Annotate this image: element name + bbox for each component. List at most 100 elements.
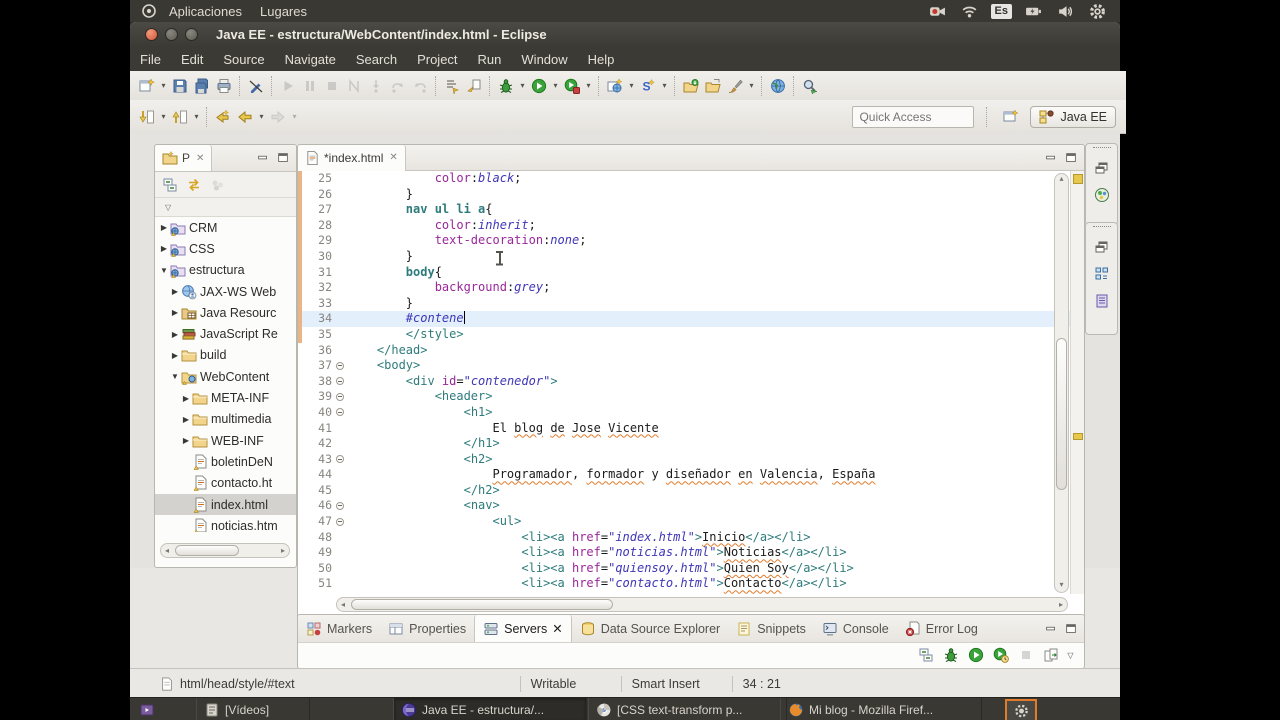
debug-icon[interactable]: [495, 75, 517, 97]
minimize-button[interactable]: [165, 28, 178, 41]
stack-drag-handle[interactable]: [1092, 147, 1111, 151]
tree-item-boletinden[interactable]: boletinDeN: [155, 451, 296, 472]
fold-marker-icon[interactable]: [334, 374, 348, 390]
tree-collapsed-arrow-icon[interactable]: ▶: [170, 308, 180, 317]
open-perspective-icon[interactable]: [1000, 106, 1022, 128]
quick-access-input[interactable]: [852, 105, 975, 128]
dropdown-arrow-icon[interactable]: ▾: [517, 81, 528, 90]
dropdown-arrow-icon[interactable]: ▾: [289, 112, 300, 121]
collapse-all-icon[interactable]: [915, 644, 937, 666]
tree-item-noticias-htm[interactable]: noticias.htm: [155, 515, 296, 532]
next-annotation-icon[interactable]: [136, 106, 158, 128]
tree-collapsed-arrow-icon[interactable]: ▶: [181, 394, 191, 403]
show-annotation-icon[interactable]: [441, 75, 463, 97]
tab-error-log[interactable]: Error Log: [897, 615, 986, 642]
menu-aplicaciones[interactable]: Aplicaciones: [160, 0, 251, 22]
menu-lugares[interactable]: Lugares: [251, 0, 316, 22]
step-into-icon[interactable]: [365, 75, 387, 97]
code-line-26[interactable]: 26}: [298, 186, 1084, 203]
tree-collapsed-arrow-icon[interactable]: ▶: [181, 436, 191, 445]
maximize-editor-icon[interactable]: [1064, 151, 1078, 165]
overview-marker[interactable]: [1073, 433, 1083, 440]
minimize-view-icon[interactable]: [1044, 622, 1058, 636]
code-line-50[interactable]: 50 <li><a href="quiensoy.html">Quien Soy<…: [298, 561, 1084, 577]
publish-icon[interactable]: [1040, 644, 1062, 666]
menu-window[interactable]: Window: [511, 47, 577, 71]
tree-item-crm[interactable]: ▶ CRM: [155, 217, 296, 238]
pause-icon[interactable]: [299, 75, 321, 97]
code-line-32[interactable]: 32 background:grey;: [298, 280, 1084, 296]
fold-marker-icon[interactable]: [334, 452, 348, 468]
style-brush-icon[interactable]: [724, 75, 746, 97]
collapse-all-icon[interactable]: [159, 174, 181, 196]
tree-collapsed-arrow-icon[interactable]: ▶: [181, 415, 191, 424]
tree-item-css[interactable]: ▶ CSS: [155, 238, 296, 259]
editor-hscrollbar[interactable]: ◂ ▸: [336, 597, 1068, 612]
forward-icon[interactable]: [267, 106, 289, 128]
new-servlet-icon[interactable]: S: [637, 75, 659, 97]
minimize-view-icon[interactable]: [256, 151, 270, 165]
tree-collapsed-arrow-icon[interactable]: ▶: [170, 330, 180, 339]
dropdown-arrow-icon[interactable]: ▾: [659, 81, 670, 90]
code-line-49[interactable]: 49 <li><a href="noticias.html">Noticias</…: [298, 545, 1084, 561]
code-line-48[interactable]: 48 <li><a href="index.html">Inicio</a></l…: [298, 530, 1084, 546]
code-line-38[interactable]: 38 <div id="contenedor">: [298, 374, 1084, 390]
tree-collapsed-arrow-icon[interactable]: ▶: [159, 223, 169, 232]
menu-edit[interactable]: Edit: [171, 47, 213, 71]
minimize-editor-icon[interactable]: [1044, 151, 1058, 165]
taskbar-item-chrome[interactable]: [CSS text-transform p...: [588, 698, 787, 720]
maximize-view-icon[interactable]: [276, 151, 290, 165]
menu-help[interactable]: Help: [578, 47, 625, 71]
tab-servers[interactable]: Servers ✕: [474, 615, 572, 642]
wifi-icon[interactable]: [959, 0, 981, 22]
tree-expanded-arrow-icon[interactable]: ▼: [159, 266, 169, 275]
tree-collapsed-arrow-icon[interactable]: ▶: [170, 351, 180, 360]
dropdown-arrow-icon[interactable]: ▾: [626, 81, 637, 90]
editor-vscrollbar[interactable]: ▴ ▾: [1054, 173, 1069, 593]
link-editor-icon[interactable]: [183, 174, 205, 196]
focus-icon[interactable]: [207, 174, 229, 196]
web-browser-icon[interactable]: [767, 75, 789, 97]
fold-marker-icon[interactable]: [334, 498, 348, 514]
close-button[interactable]: [145, 28, 158, 41]
tab-project-explorer[interactable]: P ✕: [155, 145, 213, 171]
palette-icon[interactable]: [1092, 185, 1112, 205]
run-external-icon[interactable]: [561, 75, 583, 97]
tree-collapsed-arrow-icon[interactable]: ▶: [170, 287, 180, 296]
code-line-40[interactable]: 40 <h1>: [298, 405, 1084, 421]
code-line-27[interactable]: 27 nav ul li a{: [298, 202, 1084, 218]
view-menu-icon[interactable]: ▽: [1065, 651, 1076, 660]
maximize-button[interactable]: [185, 28, 198, 41]
code-line-47[interactable]: 47 <ul>: [298, 514, 1084, 530]
overview-ruler[interactable]: [1070, 171, 1084, 594]
tree-item-contacto-ht[interactable]: contacto.ht: [155, 473, 296, 494]
tree-item-build[interactable]: ▶ build: [155, 345, 296, 366]
code-line-41[interactable]: 41 El blog de Jose Vicente: [298, 421, 1084, 437]
pencil-slash-icon[interactable]: [245, 75, 267, 97]
dropdown-arrow-icon[interactable]: ▾: [746, 81, 757, 90]
new-web-page-icon[interactable]: [604, 75, 626, 97]
fold-marker-icon[interactable]: [334, 405, 348, 421]
tab-markers[interactable]: Markers: [298, 615, 380, 642]
dropdown-arrow-icon[interactable]: ▾: [158, 81, 169, 90]
restore-view-icon[interactable]: [1092, 158, 1112, 178]
last-edit-location-icon[interactable]: [212, 106, 234, 128]
fold-marker-icon[interactable]: [334, 514, 348, 530]
disconnect-icon[interactable]: [343, 75, 365, 97]
run-icon[interactable]: [528, 75, 550, 97]
code-line-33[interactable]: 33}: [298, 295, 1084, 312]
dropdown-arrow-icon[interactable]: ▾: [583, 81, 594, 90]
code-line-28[interactable]: 28 color:inherit;: [298, 217, 1084, 234]
code-line-34[interactable]: 34 #contene: [298, 311, 1084, 327]
code-line-51[interactable]: 51 <li><a href="contacto.html">Contacto</…: [298, 576, 1084, 592]
explorer-hscrollbar[interactable]: ◂ ▸: [160, 543, 290, 558]
tab-index-html[interactable]: *index.html ✕: [298, 144, 406, 171]
code-line-31[interactable]: 31 body{: [298, 264, 1084, 281]
code-line-46[interactable]: 46 <nav>: [298, 498, 1084, 514]
menu-project[interactable]: Project: [407, 47, 467, 71]
code-line-25[interactable]: 25 color:black;: [298, 171, 1084, 187]
keyboard-layout-badge[interactable]: Es: [990, 3, 1012, 19]
print-icon[interactable]: [213, 75, 235, 97]
tree-item-jax-ws-web[interactable]: ▶ JAX-WS Web: [155, 281, 296, 302]
close-tab-icon[interactable]: ✕: [552, 621, 562, 636]
